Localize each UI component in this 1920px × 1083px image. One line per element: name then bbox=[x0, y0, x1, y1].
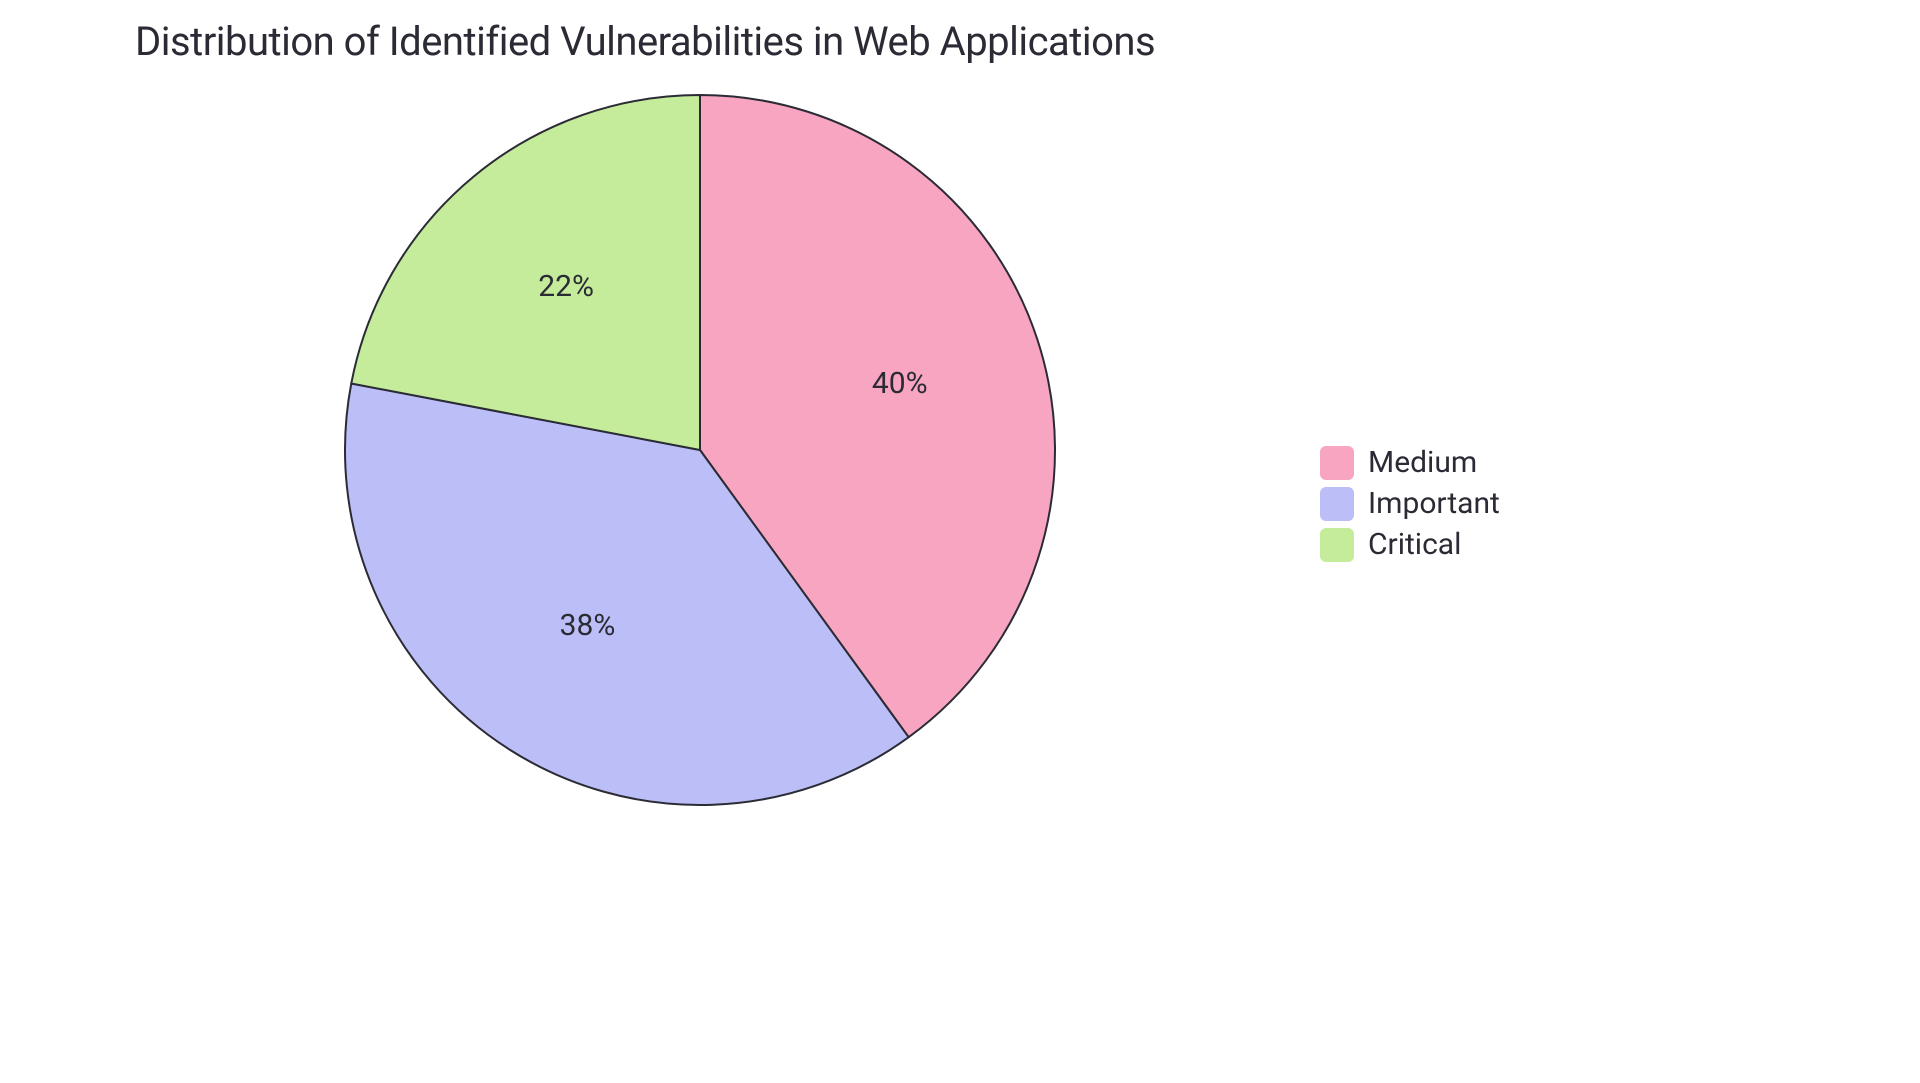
pie-svg: 40% 38% 22% bbox=[340, 90, 1060, 810]
legend-label: Medium bbox=[1368, 445, 1477, 480]
slice-label-critical: 22% bbox=[538, 269, 594, 304]
chart-title: Distribution of Identified Vulnerabiliti… bbox=[135, 18, 1155, 65]
legend-swatch bbox=[1320, 528, 1354, 562]
legend-item-important: Important bbox=[1320, 486, 1500, 521]
legend-label: Critical bbox=[1368, 527, 1461, 562]
legend-swatch bbox=[1320, 487, 1354, 521]
legend-swatch bbox=[1320, 446, 1354, 480]
pie-chart: 40% 38% 22% bbox=[340, 90, 1060, 810]
legend-item-medium: Medium bbox=[1320, 445, 1500, 480]
legend: Medium Important Critical bbox=[1320, 445, 1500, 568]
slice-label-important: 38% bbox=[560, 608, 616, 643]
legend-item-critical: Critical bbox=[1320, 527, 1500, 562]
slice-label-medium: 40% bbox=[872, 366, 928, 401]
legend-label: Important bbox=[1368, 486, 1500, 521]
